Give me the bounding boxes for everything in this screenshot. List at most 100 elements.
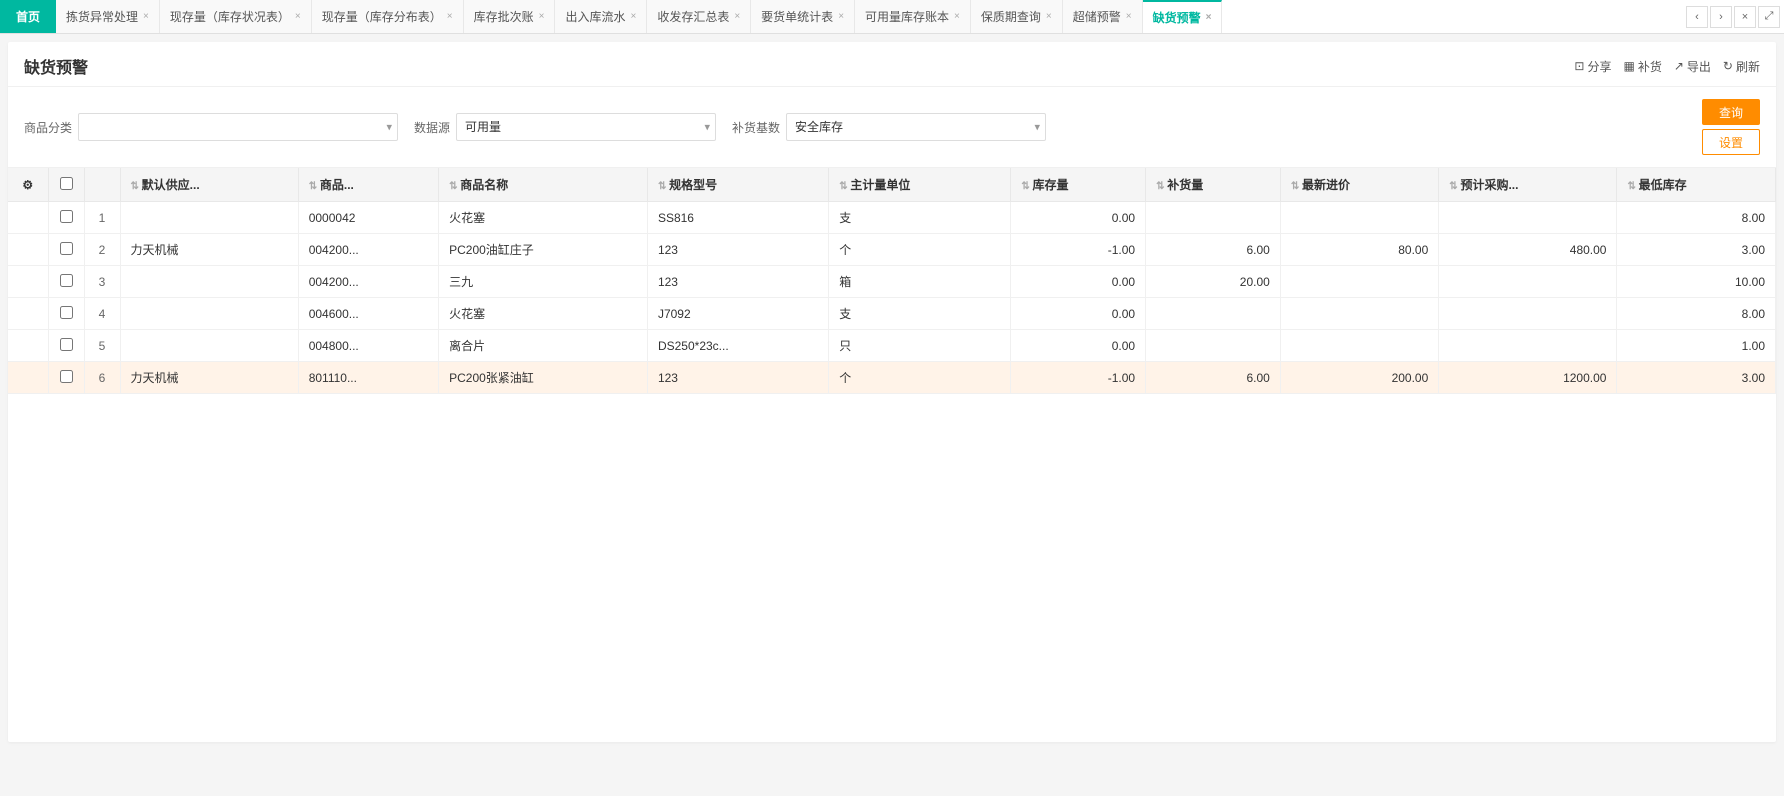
col-goods-code[interactable]: 商品... — [298, 168, 438, 202]
datasource-select[interactable]: 可用量 — [456, 113, 716, 141]
row-checkbox-cell[interactable] — [48, 202, 84, 234]
row-seq: 1 — [84, 202, 120, 234]
col-unit[interactable]: 主计量单位 — [829, 168, 1011, 202]
tab-close-inout[interactable]: × — [630, 11, 636, 22]
row-unit: 只 — [829, 330, 1011, 362]
row-stock: -1.00 — [1011, 234, 1146, 266]
refresh-icon: ↻ — [1723, 59, 1733, 73]
row-seq: 5 — [84, 330, 120, 362]
col-goods-name[interactable]: 商品名称 — [439, 168, 648, 202]
tab-close-expiry[interactable]: × — [1046, 11, 1052, 22]
row-checkbox[interactable] — [60, 274, 73, 287]
tab-overstock[interactable]: 超储预警× — [1063, 0, 1143, 34]
replenish-button[interactable]: ▦ 补货 — [1623, 58, 1661, 75]
row-est-purchase — [1439, 330, 1617, 362]
replenish-base-select[interactable]: 安全库存 — [786, 113, 1046, 141]
col-stock[interactable]: 库存量 — [1011, 168, 1146, 202]
row-checkbox[interactable] — [60, 210, 73, 223]
export-button[interactable]: ↗ 导出 — [1674, 58, 1711, 75]
filter-bar: 商品分类 数据源 可用量 补货基数 安全库存 — [8, 87, 1776, 168]
row-checkbox[interactable] — [60, 370, 73, 383]
tab-close-receipt[interactable]: × — [734, 11, 740, 22]
page-title: 缺货预警 — [24, 54, 88, 78]
tab-nav-close[interactable]: × — [1734, 6, 1756, 28]
tab-demand[interactable]: 要货单统计表× — [751, 0, 855, 34]
col-est-purchase[interactable]: 预计采购... — [1439, 168, 1617, 202]
tab-close-stock-dist[interactable]: × — [447, 11, 453, 22]
col-min-stock[interactable]: 最低库存 — [1617, 168, 1776, 202]
replenish-base-label: 补货基数 — [732, 119, 780, 136]
row-min-stock: 3.00 — [1617, 234, 1776, 266]
data-table: ⚙ 默认供应... 商品... 商品名称 规格型号 主计量单位 库存量 补货量 … — [8, 168, 1776, 394]
tab-available[interactable]: 可用量库存账本× — [855, 0, 971, 34]
table-row: 3 004200... 三九 123 箱 0.00 20.00 10.00 — [8, 266, 1776, 298]
tab-stock-status[interactable]: 现存量（库存状况表）× — [160, 0, 312, 34]
row-gear-cell — [8, 298, 48, 330]
tab-close-available[interactable]: × — [954, 11, 960, 22]
row-gear-cell — [8, 362, 48, 394]
row-supplier: 力天机械 — [120, 234, 298, 266]
share-button[interactable]: ⊡ 分享 — [1574, 58, 1611, 75]
row-seq: 3 — [84, 266, 120, 298]
tab-shortage[interactable]: 缺货预警× — [1143, 0, 1223, 34]
row-latest-price: 200.00 — [1280, 362, 1438, 394]
row-goods-code: 004200... — [298, 234, 438, 266]
tab-nav-left[interactable]: ‹ — [1686, 6, 1708, 28]
tab-batch[interactable]: 库存批次账× — [464, 0, 556, 34]
tab-close-abnormal[interactable]: × — [143, 11, 149, 22]
tab-nav-maximize[interactable]: ⤢ — [1758, 6, 1780, 28]
row-checkbox-cell[interactable] — [48, 330, 84, 362]
tab-nav-right[interactable]: › — [1710, 6, 1732, 28]
export-icon: ↗ — [1674, 59, 1684, 73]
col-seq — [84, 168, 120, 202]
filter-actions: 查询 设置 — [1702, 99, 1760, 155]
tab-inout[interactable]: 出入库流水× — [555, 0, 647, 34]
category-select[interactable] — [78, 113, 398, 141]
tab-close-stock-status[interactable]: × — [295, 11, 301, 22]
row-unit: 支 — [829, 202, 1011, 234]
table-row: 1 0000042 火花塞 SS816 支 0.00 8.00 — [8, 202, 1776, 234]
row-gear-cell — [8, 266, 48, 298]
row-unit: 箱 — [829, 266, 1011, 298]
row-latest-price — [1280, 266, 1438, 298]
row-unit: 个 — [829, 234, 1011, 266]
row-latest-price: 80.00 — [1280, 234, 1438, 266]
tab-home[interactable]: 首页 — [0, 0, 56, 34]
row-spec: DS250*23c... — [647, 330, 828, 362]
row-seq: 6 — [84, 362, 120, 394]
col-supplier[interactable]: 默认供应... — [120, 168, 298, 202]
tab-close-shortage[interactable]: × — [1206, 12, 1212, 23]
col-latest-price[interactable]: 最新进价 — [1280, 168, 1438, 202]
select-all-checkbox[interactable] — [60, 177, 73, 190]
tab-stock-dist[interactable]: 现存量（库存分布表）× — [312, 0, 464, 34]
row-goods-name: 离合片 — [439, 330, 648, 362]
tab-expiry[interactable]: 保质期查询× — [971, 0, 1063, 34]
settings-button[interactable]: 设置 — [1702, 129, 1760, 155]
row-checkbox-cell[interactable] — [48, 234, 84, 266]
row-checkbox[interactable] — [60, 242, 73, 255]
query-button[interactable]: 查询 — [1702, 99, 1760, 125]
row-min-stock: 8.00 — [1617, 202, 1776, 234]
row-checkbox[interactable] — [60, 338, 73, 351]
row-est-purchase — [1439, 202, 1617, 234]
row-checkbox-cell[interactable] — [48, 362, 84, 394]
replenish-icon: ▦ — [1623, 59, 1634, 73]
row-min-stock: 10.00 — [1617, 266, 1776, 298]
row-goods-code: 004600... — [298, 298, 438, 330]
row-spec: J7092 — [647, 298, 828, 330]
row-checkbox-cell[interactable] — [48, 298, 84, 330]
col-gear[interactable]: ⚙ — [8, 168, 48, 202]
tab-abnormal[interactable]: 拣货异常处理× — [56, 0, 160, 34]
filter-category-group: 商品分类 — [24, 113, 398, 141]
row-checkbox-cell[interactable] — [48, 266, 84, 298]
col-replenish[interactable]: 补货量 — [1146, 168, 1281, 202]
tab-close-demand[interactable]: × — [838, 11, 844, 22]
tab-receipt[interactable]: 收发存汇总表× — [647, 0, 751, 34]
filter-replenish-base-group: 补货基数 安全库存 — [732, 113, 1046, 141]
col-spec[interactable]: 规格型号 — [647, 168, 828, 202]
row-checkbox[interactable] — [60, 306, 73, 319]
tab-close-batch[interactable]: × — [539, 11, 545, 22]
refresh-button[interactable]: ↻ 刷新 — [1723, 58, 1760, 75]
row-est-purchase: 1200.00 — [1439, 362, 1617, 394]
tab-close-overstock[interactable]: × — [1126, 11, 1132, 22]
